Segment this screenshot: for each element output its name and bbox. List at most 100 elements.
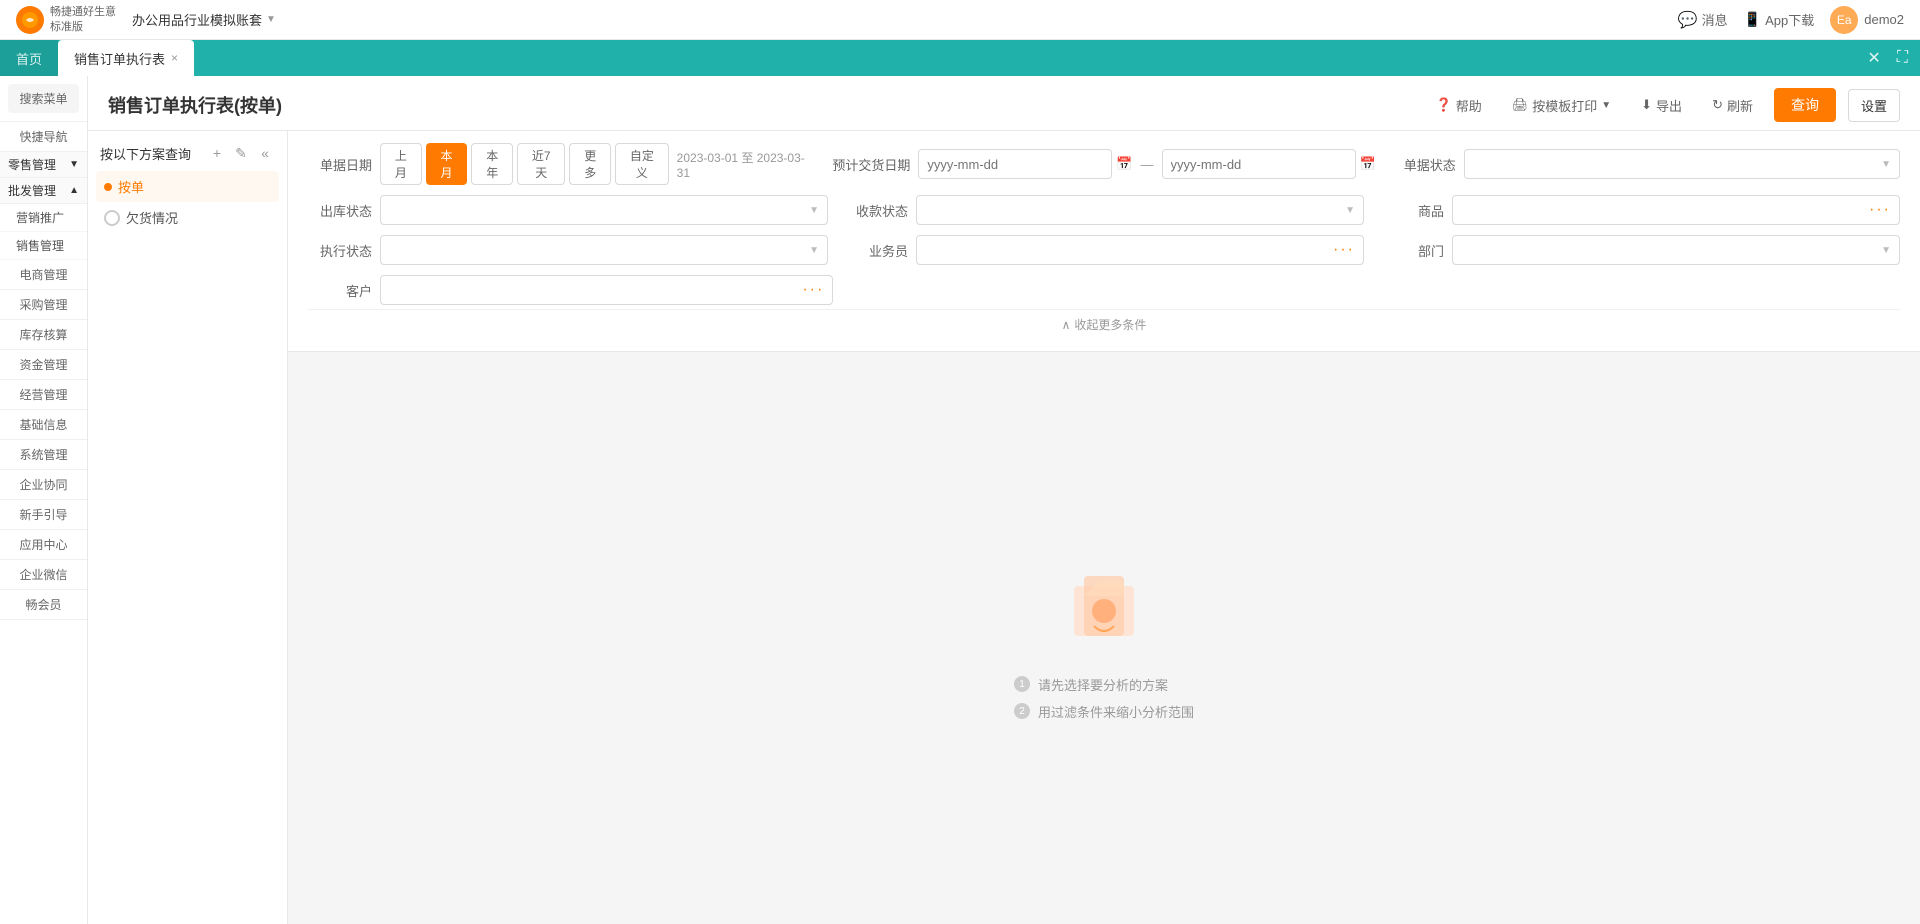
user-menu[interactable]: Ea demo2 [1830, 6, 1904, 34]
tab-active-label: 销售订单执行表 [74, 49, 165, 68]
top-header: 畅捷通好生意 标准版 办公用品行业模拟账套 ▼ 💬 消息 📱 App下载 Ea … [0, 0, 1920, 40]
chevron-down-icon: ▼ [266, 14, 276, 25]
sidebar-search: 搜索菜单 [0, 76, 87, 122]
sidebar-item-app-center[interactable]: 应用中心 [0, 530, 87, 560]
this-year-btn[interactable]: 本年 [471, 143, 513, 185]
receipt-status-label: 收款状态 [844, 201, 916, 220]
chevron-down-icon: ▼ [1881, 159, 1891, 170]
expected-date-to[interactable] [1162, 149, 1356, 179]
tab-active[interactable]: 销售订单执行表 × [58, 40, 194, 76]
header-left: 畅捷通好生意 标准版 办公用品行业模拟账套 ▼ [16, 5, 284, 34]
sidebar-item-finance[interactable]: 资金管理 [0, 350, 87, 380]
export-icon: ⬇ [1641, 97, 1652, 113]
department-select[interactable]: ▼ [1452, 235, 1900, 265]
page-actions: ❓ 帮助 🖨 按模板打印 ▼ ⬇ 导出 ↻ 刷新 查询 设置 [1427, 88, 1901, 122]
empty-tip-1: 1 请先选择要分析的方案 [1014, 675, 1194, 694]
collapse-panel-button[interactable]: « [255, 143, 275, 163]
message-icon: 💬 [1678, 10, 1698, 30]
page-header: 销售订单执行表(按单) ❓ 帮助 🖨 按模板打印 ▼ ⬇ 导出 ↻ 刷新 [88, 76, 1920, 131]
export-button[interactable]: ⬇ 导出 [1632, 91, 1691, 120]
custom-btn[interactable]: 自定义 [615, 143, 669, 185]
app-selector-label: 办公用品行业模拟账套 [132, 10, 262, 29]
execution-status-label: 执行状态 [308, 241, 380, 260]
sidebar-item-marketing[interactable]: 营销推广 [0, 204, 87, 232]
more-btn[interactable]: 更多 [569, 143, 611, 185]
sidebar-item-purchase[interactable]: 采购管理 [0, 290, 87, 320]
refresh-label: 刷新 [1727, 96, 1753, 115]
calendar-to-icon[interactable]: 📅 [1360, 156, 1376, 172]
scheme-item-shortage[interactable]: 欠货情况 [96, 202, 279, 233]
main-layout: 搜索菜单 快捷导航 零售管理 ▼ 批发管理 ▲ 营销推广 销售管理 电商管理 采… [0, 76, 1920, 924]
sidebar-item-retail[interactable]: 零售管理 ▼ [0, 152, 87, 178]
main-content: 按以下方案查询 + ✎ « 按单 欠货情况 [88, 131, 1920, 924]
delivery-status-select[interactable]: ▼ [380, 195, 828, 225]
header-right: 💬 消息 📱 App下载 Ea demo2 [1678, 6, 1904, 34]
scheme-label: 按单 [118, 177, 144, 196]
expected-date-label: 预计交货日期 [832, 155, 918, 174]
receipt-status-select[interactable]: ▼ [916, 195, 1364, 225]
logo-text: 畅捷通好生意 标准版 [50, 5, 116, 34]
help-button[interactable]: ❓ 帮助 [1427, 91, 1491, 120]
template-print-button[interactable]: 🖨 按模板打印 ▼ [1503, 91, 1620, 120]
download-icon: 📱 [1744, 11, 1761, 28]
sidebar-item-system[interactable]: 系统管理 [0, 440, 87, 470]
single-status-select[interactable]: ▼ [1464, 149, 1900, 179]
sidebar-item-sales[interactable]: 销售管理 [0, 232, 87, 260]
this-month-btn[interactable]: 本月 [426, 143, 468, 185]
scheme-item-by-order[interactable]: 按单 [96, 171, 279, 202]
delivery-status-label: 出库状态 [308, 201, 380, 220]
search-menu-button[interactable]: 搜索菜单 [8, 84, 79, 113]
sidebar-item-ecommerce[interactable]: 电商管理 [0, 260, 87, 290]
tab-close-icon[interactable]: × [171, 52, 178, 64]
sidebar-item-quick-nav[interactable]: 快捷导航 [0, 122, 87, 152]
panel-actions: + ✎ « [207, 143, 275, 163]
sidebar-item-wholesale[interactable]: 批发管理 ▲ [0, 178, 87, 204]
collapse-filter-button[interactable]: ∧ 收起更多条件 [308, 309, 1900, 339]
goods-more-icon[interactable]: ··· [1869, 201, 1891, 219]
sidebar: 搜索菜单 快捷导航 零售管理 ▼ 批发管理 ▲ 营销推广 销售管理 电商管理 采… [0, 76, 88, 924]
customer-more-icon[interactable]: ··· [802, 281, 824, 299]
tab-bar-right: ✕ ⛶ [1863, 44, 1920, 72]
empty-tips: 1 请先选择要分析的方案 2 用过滤条件来缩小分析范围 [1014, 675, 1194, 721]
active-dot-icon [104, 183, 112, 191]
sidebar-item-member[interactable]: 畅会员 [0, 590, 87, 620]
sidebar-item-wechat[interactable]: 企业微信 [0, 560, 87, 590]
edit-scheme-button[interactable]: ✎ [231, 143, 251, 163]
sidebar-item-newbie[interactable]: 新手引导 [0, 500, 87, 530]
expected-date-from[interactable] [918, 149, 1112, 179]
tab-expand-icon[interactable]: ⛶ [1893, 45, 1912, 71]
salesperson-more-icon[interactable]: ··· [1333, 241, 1355, 259]
inactive-circle-icon [104, 210, 120, 226]
tab-close-window-icon[interactable]: ✕ [1863, 44, 1884, 72]
app-selector[interactable]: 办公用品行业模拟账套 ▼ [124, 6, 284, 33]
left-panel: 按以下方案查询 + ✎ « 按单 欠货情况 [88, 131, 288, 924]
panel-header: 按以下方案查询 + ✎ « [96, 143, 279, 163]
app-download-button[interactable]: 📱 App下载 [1744, 10, 1815, 29]
add-scheme-button[interactable]: + [207, 143, 227, 163]
chevron-down-icon: ▼ [809, 245, 819, 256]
empty-tip-1-text: 请先选择要分析的方案 [1038, 675, 1168, 694]
calendar-from-icon[interactable]: 📅 [1116, 156, 1132, 172]
tab-home[interactable]: 首页 [0, 40, 58, 76]
department-label: 部门 [1380, 241, 1452, 260]
settings-button[interactable]: 设置 [1848, 89, 1900, 122]
sidebar-item-basic-info[interactable]: 基础信息 [0, 410, 87, 440]
last7-btn[interactable]: 近7天 [517, 143, 565, 185]
sidebar-item-inventory[interactable]: 库存核算 [0, 320, 87, 350]
refresh-button[interactable]: ↻ 刷新 [1703, 91, 1762, 120]
chevron-down-icon: ▼ [1345, 205, 1355, 216]
sidebar-item-operations[interactable]: 经营管理 [0, 380, 87, 410]
execution-status-select[interactable]: ▼ [380, 235, 828, 265]
content-area: 销售订单执行表(按单) ❓ 帮助 🖨 按模板打印 ▼ ⬇ 导出 ↻ 刷新 [88, 76, 1920, 924]
empty-tip-2-text: 用过滤条件来缩小分析范围 [1038, 702, 1194, 721]
avatar: Ea [1830, 6, 1858, 34]
help-icon: ❓ [1436, 97, 1452, 113]
tab-home-label: 首页 [16, 49, 42, 68]
query-button[interactable]: 查询 [1774, 88, 1836, 122]
sidebar-item-enterprise[interactable]: 企业协同 [0, 470, 87, 500]
tab-bar: 首页 销售订单执行表 × ✕ ⛶ [0, 40, 1920, 76]
app-download-label: App下载 [1765, 10, 1814, 29]
message-button[interactable]: 💬 消息 [1678, 10, 1728, 30]
last-month-btn[interactable]: 上月 [380, 143, 422, 185]
goods-label: 商品 [1380, 201, 1452, 220]
